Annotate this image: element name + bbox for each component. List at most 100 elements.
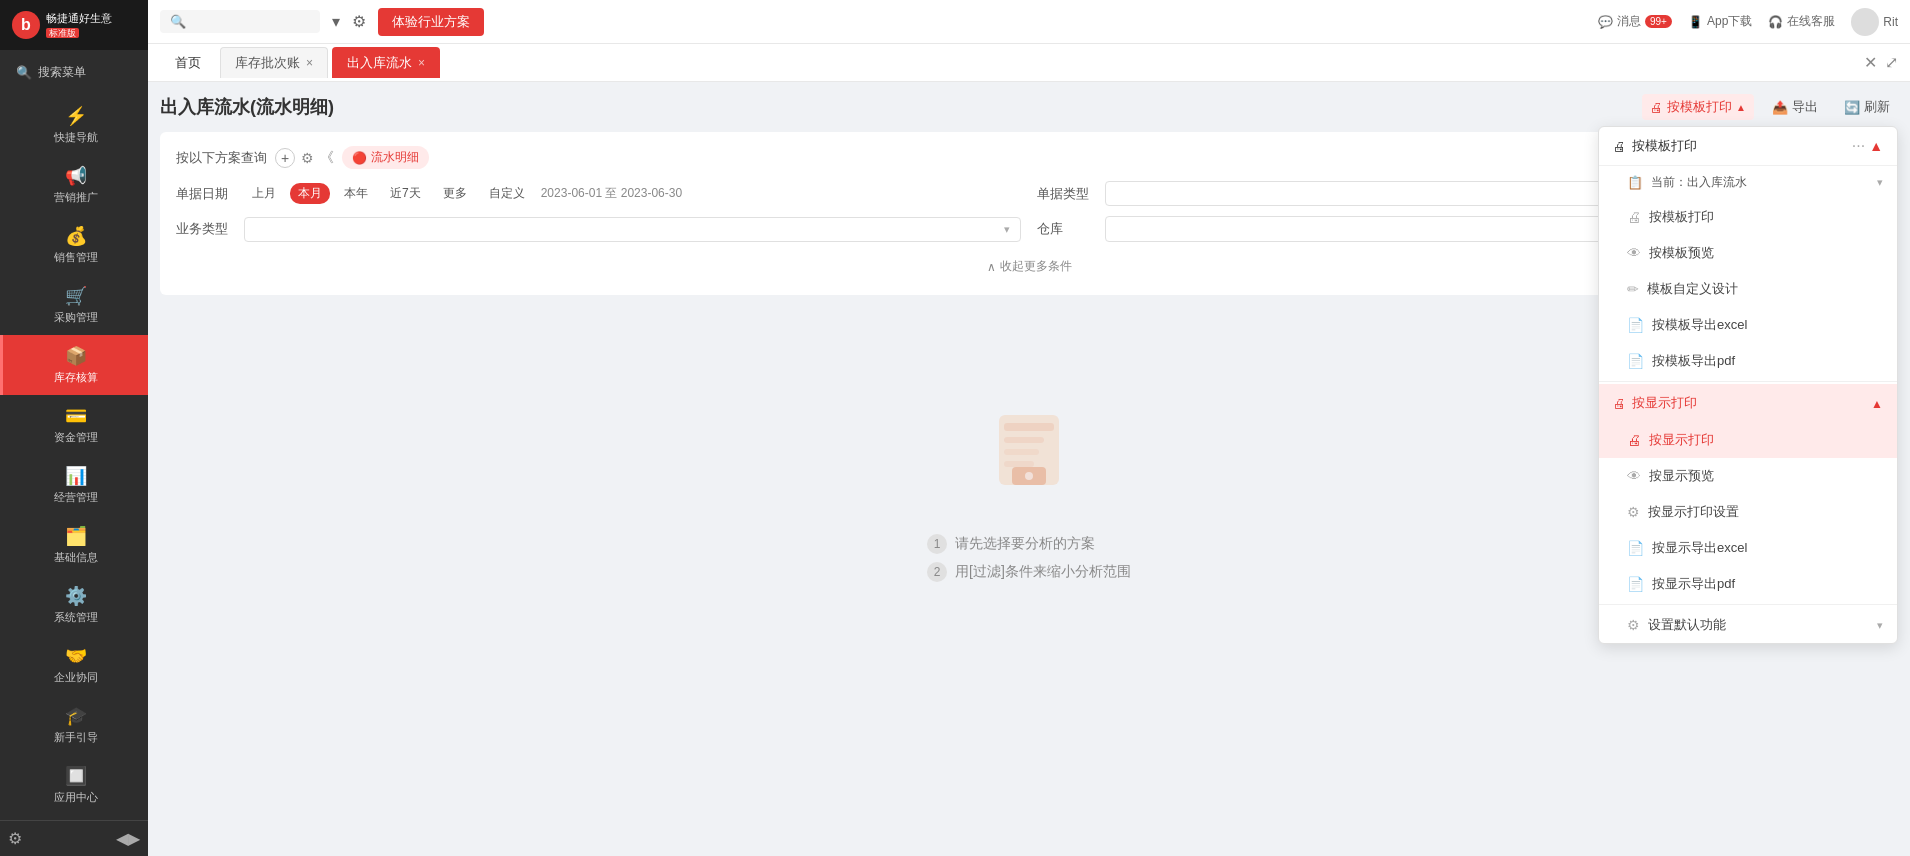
tab-inventory-flow-close[interactable]: × <box>418 56 425 70</box>
date-option-custom[interactable]: 自定义 <box>481 182 533 205</box>
search-settings-btn[interactable]: ⚙ <box>301 150 314 166</box>
warehouse-label: 仓库 <box>1037 220 1097 238</box>
sidebar-item-purchase[interactable]: 🛒 采购管理 <box>0 275 148 335</box>
print-template-button[interactable]: 🖨 按模板打印 ▲ <box>1642 94 1754 120</box>
current-template-arrow: ▾ <box>1877 176 1883 189</box>
sidebar-item-enterprise[interactable]: 🤝 企业协同 <box>0 635 148 695</box>
empty-state-icon <box>984 405 1074 514</box>
logo-text: 畅捷通好生意 标准版 <box>46 11 112 40</box>
dropdown-collapse-btn[interactable]: ▲ <box>1869 138 1883 154</box>
display-print-settings-label: 按显示打印设置 <box>1648 503 1739 521</box>
topbar-left: 🔍 ▾ ⚙ 体验行业方案 <box>160 8 484 36</box>
topbar-dropdown-btn[interactable]: ▾ <box>328 8 344 35</box>
search-icon: 🔍 <box>16 65 32 80</box>
topbar-search-input[interactable] <box>190 15 310 29</box>
app-download-btn[interactable]: 📱 App下载 <box>1688 13 1752 30</box>
finance-icon: 💳 <box>65 405 87 427</box>
expand-icon[interactable]: ⤢ <box>1885 53 1898 72</box>
close-tab-icon[interactable]: ✕ <box>1864 53 1877 72</box>
sidebar-item-quick-nav[interactable]: ⚡ 快捷导航 <box>0 95 148 155</box>
sidebar-item-newbie[interactable]: 🎓 新手引导 <box>0 695 148 755</box>
tabbar-tabs: 首页 库存批次账 × 出入库流水 × <box>160 47 440 78</box>
tab-inventory-batch[interactable]: 库存批次账 × <box>220 47 328 78</box>
sidebar: b 畅捷通好生意 标准版 🔍 搜索菜单 ⚡ 快捷导航 📢 营销推广 <box>0 0 148 856</box>
online-service-btn[interactable]: 🎧 在线客服 <box>1768 13 1835 30</box>
svg-rect-3 <box>1004 449 1039 455</box>
sidebar-item-label: 企业协同 <box>54 670 98 685</box>
page-actions: 🖨 按模板打印 ▲ 📤 导出 🔄 刷新 <box>1642 94 1898 120</box>
sidebar-item-app-center[interactable]: 🔲 应用中心 <box>0 755 148 815</box>
template-custom-item[interactable]: ✏ 模板自定义设计 <box>1599 271 1897 307</box>
display-print-icon: 🖨 <box>1613 396 1626 411</box>
template-preview-item[interactable]: 👁 按模板预览 <box>1599 235 1897 271</box>
sidebar-item-marketing[interactable]: 📢 营销推广 <box>0 155 148 215</box>
page-header: 出入库流水(流水明细) 🖨 按模板打印 ▲ 📤 导出 🔄 刷新 <box>160 94 1898 120</box>
tab-inventory-flow[interactable]: 出入库流水 × <box>332 47 440 78</box>
print-template-icon: 🖨 <box>1650 100 1663 115</box>
topbar-search-box[interactable]: 🔍 <box>160 10 320 33</box>
display-preview-item[interactable]: 👁 按显示预览 <box>1599 458 1897 494</box>
template-export-excel-item[interactable]: 📄 按模板导出excel <box>1599 307 1897 343</box>
sidebar-item-label: 资金管理 <box>54 430 98 445</box>
template-print-icon: 🖨 <box>1627 209 1641 225</box>
sidebar-item-system[interactable]: ⚙️ 系统管理 <box>0 575 148 635</box>
display-export-pdf-item[interactable]: 📄 按显示导出pdf <box>1599 566 1897 602</box>
date-range-display: 2023-06-01 至 2023-06-30 <box>541 185 682 202</box>
topbar: 🔍 ▾ ⚙ 体验行业方案 💬 消息 99+ 📱 App下载 <box>148 0 1910 44</box>
sidebar-item-finance[interactable]: 💳 资金管理 <box>0 395 148 455</box>
date-option-more[interactable]: 更多 <box>435 182 475 205</box>
user-name: Rit <box>1883 15 1898 29</box>
basics-icon: 🗂️ <box>65 525 87 547</box>
search-hint: 按以下方案查询 <box>176 149 267 167</box>
messages-btn[interactable]: 💬 消息 99+ <box>1598 13 1672 30</box>
user-profile[interactable]: Rit <box>1851 8 1898 36</box>
current-template-item[interactable]: 📋 当前：出入库流水 ▾ <box>1599 166 1897 199</box>
date-option-this-month[interactable]: 本月 <box>290 183 330 204</box>
date-option-this-year[interactable]: 本年 <box>336 182 376 205</box>
template-print-item[interactable]: 🖨 按模板打印 <box>1599 199 1897 235</box>
sidebar-item-basics[interactable]: 🗂️ 基础信息 <box>0 515 148 575</box>
empty-step-1: 1 请先选择要分析的方案 <box>927 534 1131 554</box>
tabbar: 首页 库存批次账 × 出入库流水 × ✕ ⤢ <box>148 44 1910 82</box>
export-button[interactable]: 📤 导出 <box>1764 94 1826 120</box>
tabbar-right-actions: ✕ ⤢ <box>1864 53 1898 72</box>
print-template-label: 按模板打印 <box>1667 98 1732 116</box>
display-print-settings-item[interactable]: ⚙ 按显示打印设置 <box>1599 494 1897 530</box>
current-template-label: 当前：出入库流水 <box>1651 174 1747 191</box>
online-service-label: 在线客服 <box>1787 13 1835 30</box>
topbar-icons: ▾ ⚙ <box>328 8 370 35</box>
messages-icon: 💬 <box>1598 15 1613 29</box>
refresh-button[interactable]: 🔄 刷新 <box>1836 94 1898 120</box>
display-export-excel-item[interactable]: 📄 按显示导出excel <box>1599 530 1897 566</box>
set-default-item[interactable]: ⚙ 设置默认功能 ▾ <box>1599 607 1897 643</box>
settings-bottom-icon[interactable]: ⚙ <box>8 829 22 848</box>
collapse-more-label: 收起更多条件 <box>1000 258 1072 275</box>
topbar-settings-btn[interactable]: ⚙ <box>348 8 370 35</box>
template-export-pdf-item[interactable]: 📄 按模板导出pdf <box>1599 343 1897 379</box>
tab-home[interactable]: 首页 <box>160 47 216 78</box>
business-type-label: 业务类型 <box>176 220 236 238</box>
tab-inventory-batch-close[interactable]: × <box>306 56 313 70</box>
display-section-collapse[interactable]: ▲ <box>1871 396 1883 411</box>
business-type-select[interactable]: ▾ <box>244 217 1021 242</box>
svg-point-6 <box>1025 472 1033 480</box>
sidebar-item-sales[interactable]: 💰 销售管理 <box>0 215 148 275</box>
sales-icon: 💰 <box>65 225 87 247</box>
sidebar-item-inventory[interactable]: 📦 库存核算 <box>0 335 148 395</box>
search-collapse-btn[interactable]: 《 <box>320 149 334 167</box>
sidebar-item-operation[interactable]: 📊 经营管理 <box>0 455 148 515</box>
industry-solution-button[interactable]: 体验行业方案 <box>378 8 484 36</box>
display-section-title: 🖨 按显示打印 <box>1613 394 1697 412</box>
date-option-7days[interactable]: 近7天 <box>382 182 429 205</box>
add-condition-button[interactable]: + <box>275 148 295 168</box>
filter-tag[interactable]: 🔴 流水明细 <box>342 146 429 169</box>
sidebar-item-label: 销售管理 <box>54 250 98 265</box>
system-icon: ⚙️ <box>65 585 87 607</box>
dropdown-more-icon[interactable]: ··· <box>1852 137 1865 155</box>
search-menu-item[interactable]: 🔍 搜索菜单 <box>8 58 140 87</box>
display-print-label: 按显示打印 <box>1649 431 1714 449</box>
display-print-item[interactable]: 🖨 按显示打印 <box>1599 422 1897 458</box>
dropdown-title: 🖨 按模板打印 <box>1613 137 1697 155</box>
date-option-last-month[interactable]: 上月 <box>244 182 284 205</box>
collapse-sidebar-icon[interactable]: ◀▶ <box>116 829 140 848</box>
